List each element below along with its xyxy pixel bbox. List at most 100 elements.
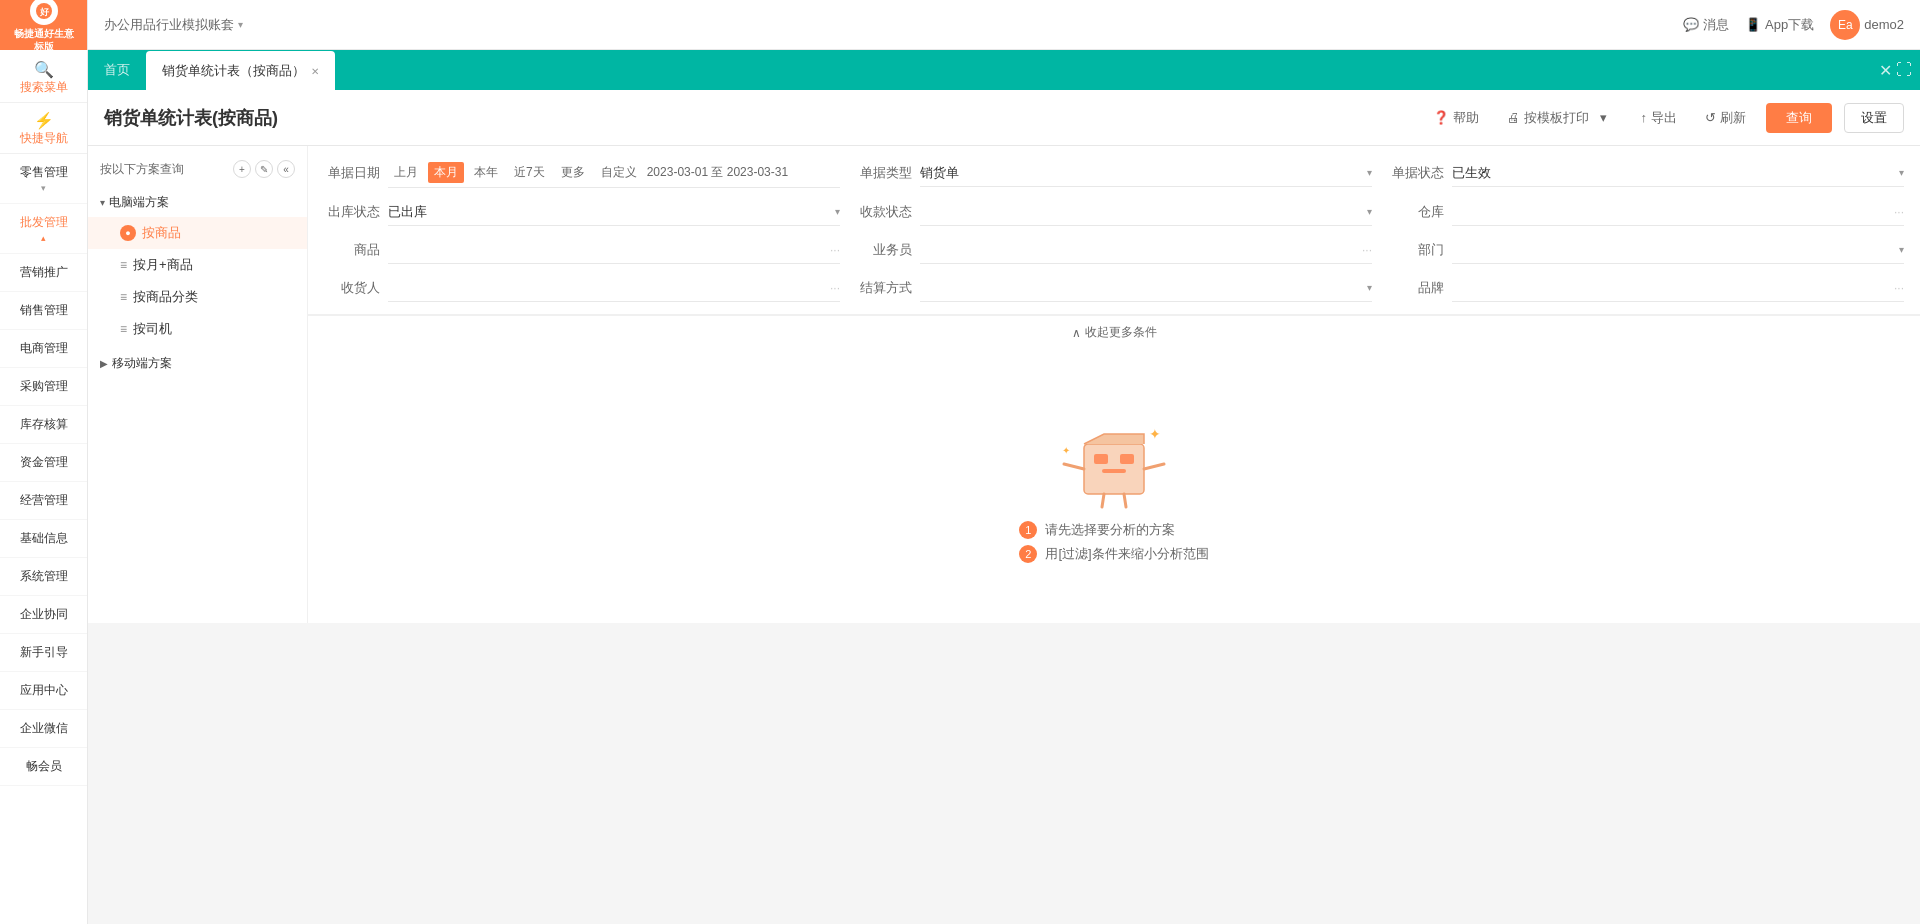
query-button[interactable]: 查询: [1766, 103, 1832, 133]
department-control[interactable]: ▾: [1452, 236, 1904, 264]
doc-type-dropdown-icon[interactable]: ▾: [1367, 167, 1372, 178]
sidebar-item-sales[interactable]: 销售管理: [0, 292, 87, 330]
svg-rect-4: [1120, 454, 1134, 464]
page-title: 销货单统计表(按商品): [104, 106, 1425, 130]
print-icon: 🖨: [1507, 110, 1520, 125]
payment-method-control[interactable]: ▾: [920, 274, 1372, 302]
scheme-item-by-product-category[interactable]: ≡ 按商品分类: [88, 281, 307, 313]
help-button[interactable]: ❓ 帮助: [1425, 105, 1487, 131]
scheme-panel-header: 按以下方案查询 + ✎ «: [88, 154, 307, 184]
chevron-up-icon: ▴: [41, 233, 46, 243]
filter-field-salesperson: 业务员 ···: [856, 236, 1372, 264]
payment-method-dropdown-icon[interactable]: ▾: [1367, 282, 1372, 293]
page-header: 销货单统计表(按商品) ❓ 帮助 🖨 按模板打印 ▾ ↑ 导出 ↺ 刷新: [88, 90, 1920, 146]
outbound-status-control[interactable]: 已出库 ▾: [388, 198, 840, 226]
scheme-item-by-month-product[interactable]: ≡ 按月+商品: [88, 249, 307, 281]
outbound-status-dropdown-icon[interactable]: ▾: [835, 206, 840, 217]
product-ellipsis-icon[interactable]: ···: [830, 243, 840, 257]
scheme-group-mobile-header[interactable]: ▶ 移动端方案: [88, 349, 307, 378]
active-dot-icon: ●: [120, 225, 136, 241]
date-btn-7days[interactable]: 近7天: [508, 162, 551, 183]
message-icon: 💬: [1683, 17, 1699, 32]
print-button[interactable]: 🖨 按模板打印 ▾: [1499, 102, 1621, 133]
app-download-button[interactable]: 📱 App下载: [1745, 16, 1814, 34]
filter-field-receiver: 收货人 ···: [324, 274, 840, 302]
svg-text:✦: ✦: [1062, 445, 1070, 456]
app-chevron-icon[interactable]: ▾: [238, 19, 243, 30]
warehouse-ellipsis-icon[interactable]: ···: [1894, 205, 1904, 219]
main-area: 办公用品行业模拟账套 ▾ 💬 消息 📱 App下载 Ea demo2 首页: [88, 0, 1920, 924]
date-btn-custom[interactable]: 自定义: [595, 162, 643, 183]
sidebar-item-appcenter[interactable]: 应用中心: [0, 672, 87, 710]
scheme-item-by-cashier[interactable]: ≡ 按司机: [88, 313, 307, 345]
salesperson-control[interactable]: ···: [920, 236, 1372, 264]
date-btn-this-month[interactable]: 本月: [428, 162, 464, 183]
tab-sales-stat[interactable]: 销货单统计表（按商品） ✕: [146, 51, 335, 91]
payment-status-dropdown-icon[interactable]: ▾: [1367, 206, 1372, 217]
tab-home[interactable]: 首页: [88, 50, 146, 90]
sidebar-quicknav[interactable]: ⚡ 快捷导航: [0, 103, 87, 154]
sidebar-item-retail[interactable]: 零售管理 ▾: [0, 154, 87, 204]
sidebar-item-newbie[interactable]: 新手引导: [0, 634, 87, 672]
scheme-group-pc-header[interactable]: ▾ 电脑端方案: [88, 188, 307, 217]
department-dropdown-icon[interactable]: ▾: [1899, 244, 1904, 255]
receiver-ellipsis-icon[interactable]: ···: [830, 281, 840, 295]
tabbar: 首页 销货单统计表（按商品） ✕ ✕ ⛶: [88, 50, 1920, 90]
collapse-scheme-button[interactable]: «: [277, 160, 295, 178]
date-btn-this-year[interactable]: 本年: [468, 162, 504, 183]
svg-rect-3: [1094, 454, 1108, 464]
edit-scheme-button[interactable]: ✎: [255, 160, 273, 178]
sidebar-item-marketing[interactable]: 营销推广: [0, 254, 87, 292]
payment-status-control[interactable]: ▾: [920, 198, 1372, 226]
brand-ellipsis-icon[interactable]: ···: [1894, 281, 1904, 295]
doc-status-control[interactable]: 已生效 ▾: [1452, 159, 1904, 187]
settings-button[interactable]: 设置: [1844, 103, 1904, 133]
sidebar-item-basic[interactable]: 基础信息: [0, 520, 87, 558]
sidebar-item-ecommerce[interactable]: 电商管理: [0, 330, 87, 368]
print-dropdown-arrow[interactable]: ▾: [1593, 106, 1613, 129]
message-button[interactable]: 💬 消息: [1683, 16, 1729, 34]
date-btn-last-month[interactable]: 上月: [388, 162, 424, 183]
tab-expand-icon[interactable]: ⛶: [1896, 61, 1912, 79]
sidebar-item-inventory[interactable]: 库存核算: [0, 406, 87, 444]
topbar-actions: 💬 消息 📱 App下载 Ea demo2: [1683, 10, 1904, 40]
warehouse-control[interactable]: ···: [1452, 198, 1904, 226]
product-control[interactable]: ···: [388, 236, 840, 264]
user-menu[interactable]: Ea demo2: [1830, 10, 1904, 40]
filter-field-doc-status: 单据状态 已生效 ▾: [1388, 159, 1904, 187]
salesperson-ellipsis-icon[interactable]: ···: [1362, 243, 1372, 257]
filter-row-1: 单据日期 上月 本月 本年 近7天 更多 自定义 20: [324, 158, 1904, 188]
refresh-button[interactable]: ↺ 刷新: [1697, 105, 1754, 131]
doc-status-dropdown-icon[interactable]: ▾: [1899, 167, 1904, 178]
filter-field-outbound-status: 出库状态 已出库 ▾: [324, 198, 840, 226]
page-content: 销货单统计表(按商品) ❓ 帮助 🖨 按模板打印 ▾ ↑ 导出 ↺ 刷新: [88, 90, 1920, 924]
tab-close-window-icon[interactable]: ✕: [1879, 61, 1892, 80]
sidebar-item-finance[interactable]: 资金管理: [0, 444, 87, 482]
sidebar-item-member[interactable]: 畅会员: [0, 748, 87, 786]
doc-type-control[interactable]: 销货单 ▾: [920, 159, 1372, 187]
collapse-more-button[interactable]: ∧ 收起更多条件: [308, 315, 1920, 349]
brand-control[interactable]: ···: [1452, 274, 1904, 302]
svg-text:✦: ✦: [1149, 426, 1161, 442]
export-button[interactable]: ↑ 导出: [1633, 105, 1686, 131]
sidebar-item-wholesale[interactable]: 批发管理 ▴: [0, 204, 87, 254]
empty-step-1: 1 请先选择要分析的方案: [1019, 521, 1208, 539]
empty-state: ✦ ✦ 1 请先选择要分析的方案: [308, 349, 1920, 623]
doc-status-value: 已生效: [1452, 164, 1895, 182]
add-scheme-button[interactable]: +: [233, 160, 251, 178]
app-name: 办公用品行业模拟账套 ▾: [104, 16, 243, 34]
content-layout: 按以下方案查询 + ✎ «: [88, 146, 1920, 623]
sidebar-search[interactable]: 🔍 搜索菜单: [0, 50, 87, 103]
date-btn-more[interactable]: 更多: [555, 162, 591, 183]
sidebar-item-corpwechat[interactable]: 企业微信: [0, 710, 87, 748]
scheme-item-by-product[interactable]: ● 按商品: [88, 217, 307, 249]
sidebar-item-operation[interactable]: 经营管理: [0, 482, 87, 520]
receiver-control[interactable]: ···: [388, 274, 840, 302]
sidebar-item-system[interactable]: 系统管理: [0, 558, 87, 596]
refresh-icon: ↺: [1705, 110, 1716, 125]
sidebar-item-purchase[interactable]: 采购管理: [0, 368, 87, 406]
tab-close-icon[interactable]: ✕: [311, 66, 319, 77]
date-control[interactable]: 上月 本月 本年 近7天 更多 自定义 2023-03-01 至 2023-03…: [388, 158, 840, 188]
sidebar-item-enterprise[interactable]: 企业协同: [0, 596, 87, 634]
chevron-down-icon: ▾: [41, 183, 46, 193]
